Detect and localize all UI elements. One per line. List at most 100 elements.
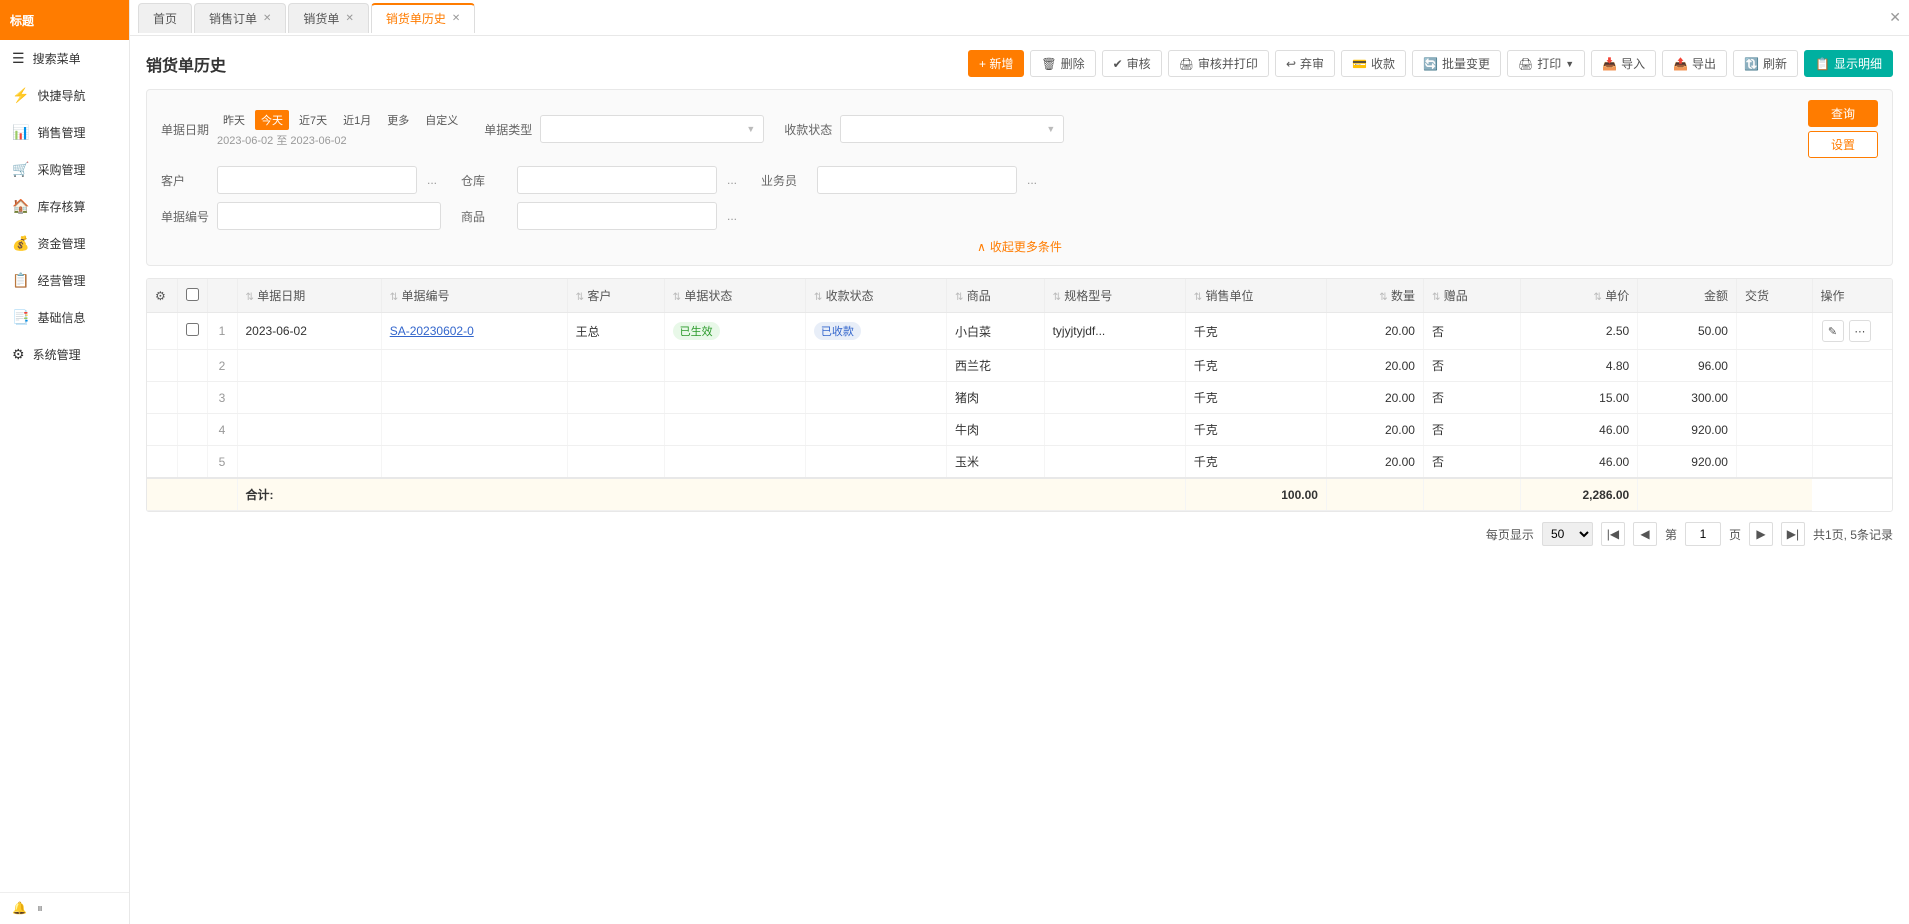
- customer-ellipsis[interactable]: ...: [423, 173, 441, 187]
- abandon-icon: ↩: [1286, 57, 1296, 71]
- staff-input[interactable]: [817, 166, 1017, 194]
- sidebar-item-ops-mgmt[interactable]: 📋 经营管理: [0, 262, 129, 299]
- col-payment-status[interactable]: ⇅ 收款状态: [805, 279, 946, 313]
- col-spec[interactable]: ⇅ 规格型号: [1044, 279, 1185, 313]
- row-product: 西兰花: [947, 350, 1045, 382]
- sidebar-item-search-menu[interactable]: ☰ 搜索菜单: [0, 40, 129, 77]
- summary-spacer: 合计:: [237, 478, 1185, 511]
- sidebar-item-basic-info[interactable]: 📑 基础信息: [0, 299, 129, 336]
- show-detail-button[interactable]: 📋 显示明细: [1804, 50, 1893, 77]
- row-checkbox[interactable]: [186, 323, 199, 336]
- col-customer[interactable]: ⇅ 客户: [567, 279, 664, 313]
- doc-no-input[interactable]: [217, 202, 441, 230]
- col-doc-status[interactable]: ⇅ 单据状态: [664, 279, 805, 313]
- col-gift[interactable]: ⇅ 赠品: [1423, 279, 1520, 313]
- row-checkbox-cell[interactable]: [177, 446, 207, 479]
- query-button[interactable]: 查询: [1808, 100, 1878, 127]
- tab-sales-history[interactable]: 销货单历史 ✕: [371, 3, 475, 33]
- col-doc-no[interactable]: ⇅ 单据编号: [381, 279, 567, 313]
- col-checkbox[interactable]: [177, 279, 207, 313]
- filter-row-3: 单据编号 商品 ...: [161, 202, 1878, 230]
- close-sales-order-tab[interactable]: ✕: [263, 13, 271, 24]
- row-checkbox-cell[interactable]: [177, 414, 207, 446]
- col-unit-price[interactable]: ⇅ 单价: [1521, 279, 1638, 313]
- product-ellipsis[interactable]: ...: [723, 209, 741, 223]
- import-button[interactable]: 📥 导入: [1591, 50, 1656, 77]
- abandon-button[interactable]: ↩ 弃审: [1275, 50, 1335, 77]
- warehouse-input[interactable]: [517, 166, 717, 194]
- col-product[interactable]: ⇅ 商品: [947, 279, 1045, 313]
- tab-home[interactable]: 首页: [138, 3, 192, 33]
- tab-sales-delivery[interactable]: 销货单 ✕: [288, 3, 368, 33]
- col-settings[interactable]: ⚙: [147, 279, 177, 313]
- date-tab-7days[interactable]: 近7天: [293, 110, 333, 130]
- doc-type-dropdown-icon: ▼: [746, 124, 755, 134]
- collapse-bar[interactable]: ∧ 收起更多条件: [161, 238, 1878, 255]
- sidebar-item-inventory[interactable]: 🏠 库存核算: [0, 188, 129, 225]
- close-all-tabs[interactable]: ✕: [1889, 9, 1901, 26]
- table-settings-icon[interactable]: ⚙: [155, 289, 166, 303]
- sidebar-item-purchase-mgmt[interactable]: 🛒 采购管理: [0, 151, 129, 188]
- row-doc-date: [237, 382, 381, 414]
- date-tab-yesterday[interactable]: 昨天: [217, 110, 251, 130]
- next-page-btn[interactable]: ▶: [1749, 522, 1773, 546]
- row-checkbox-cell[interactable]: [177, 313, 207, 350]
- collect-button[interactable]: 💳 收款: [1341, 50, 1406, 77]
- doc-no-link[interactable]: SA-20230602-0: [390, 324, 474, 338]
- date-range-text: 2023-06-02 至 2023-06-02: [217, 132, 464, 148]
- more-op-btn[interactable]: ⋯: [1849, 320, 1871, 342]
- date-tab-today[interactable]: 今天: [255, 110, 289, 130]
- date-tab-more[interactable]: 更多: [381, 110, 415, 130]
- batch-change-button[interactable]: 🔄 批量变更: [1412, 50, 1501, 77]
- tab-sales-order[interactable]: 销售订单 ✕: [194, 3, 286, 33]
- sort-icon-7: ⇅: [1053, 292, 1061, 303]
- date-tab-custom[interactable]: 自定义: [419, 110, 464, 130]
- delete-button[interactable]: 🗑 删除: [1030, 50, 1095, 77]
- per-page-select[interactable]: 50 100 200: [1542, 522, 1593, 546]
- sidebar-item-quick-nav[interactable]: ⚡ 快捷导航: [0, 77, 129, 114]
- staff-ellipsis[interactable]: ...: [1023, 173, 1041, 187]
- sidebar-item-sys-mgmt[interactable]: ⚙ 系统管理: [0, 336, 129, 373]
- audit-print-button[interactable]: 🖨 审核并打印: [1168, 50, 1269, 77]
- sidebar-item-finance[interactable]: 💰 资金管理: [0, 225, 129, 262]
- sort-icon-6: ⇅: [955, 292, 963, 303]
- row-payment-status: [805, 446, 946, 479]
- first-page-btn[interactable]: |◀: [1601, 522, 1625, 546]
- row-checkbox-cell[interactable]: [177, 350, 207, 382]
- close-sales-delivery-tab[interactable]: ✕: [345, 13, 353, 24]
- row-payment-status: [805, 382, 946, 414]
- print-button[interactable]: 🖨 打印 ▼: [1507, 50, 1585, 77]
- row-amount: 300.00: [1638, 382, 1737, 414]
- last-page-btn[interactable]: ▶|: [1781, 522, 1805, 546]
- prev-page-btn[interactable]: ◀: [1633, 522, 1657, 546]
- doc-type-select[interactable]: ▼: [540, 115, 764, 143]
- col-doc-date[interactable]: ⇅ 单据日期: [237, 279, 381, 313]
- product-input[interactable]: [517, 202, 717, 230]
- filter-doc-type: 单据类型 ▼: [484, 115, 764, 143]
- row-doc-status: 已生效: [664, 313, 805, 350]
- close-sales-history-tab[interactable]: ✕: [452, 13, 460, 24]
- refresh-button[interactable]: 🔃 刷新: [1733, 50, 1798, 77]
- new-button[interactable]: + 新增: [968, 50, 1024, 77]
- date-tab-1month[interactable]: 近1月: [337, 110, 377, 130]
- export-button[interactable]: 📤 导出: [1662, 50, 1727, 77]
- row-operation: ✎ ⋯: [1812, 313, 1892, 350]
- settings-button[interactable]: 设置: [1808, 131, 1878, 158]
- col-qty[interactable]: ⇅ 数量: [1326, 279, 1423, 313]
- product-label: 商品: [461, 208, 511, 225]
- col-row-num: [207, 279, 237, 313]
- select-all-checkbox[interactable]: [186, 288, 199, 301]
- import-icon: 📥: [1602, 57, 1617, 71]
- notification-icon[interactable]: 🔔: [12, 901, 27, 916]
- pause-icon[interactable]: ⏸: [37, 901, 43, 916]
- sidebar-item-sales-mgmt[interactable]: 📊 销售管理: [0, 114, 129, 151]
- edit-btn[interactable]: ✎: [1822, 320, 1844, 342]
- payment-status-select[interactable]: ▼: [840, 115, 1064, 143]
- page-input[interactable]: [1685, 522, 1721, 546]
- customer-input[interactable]: [217, 166, 417, 194]
- refresh-icon: 🔃: [1744, 57, 1759, 71]
- col-unit[interactable]: ⇅ 销售单位: [1185, 279, 1326, 313]
- audit-button[interactable]: ✔ 审核: [1102, 50, 1162, 77]
- row-checkbox-cell[interactable]: [177, 382, 207, 414]
- warehouse-ellipsis[interactable]: ...: [723, 173, 741, 187]
